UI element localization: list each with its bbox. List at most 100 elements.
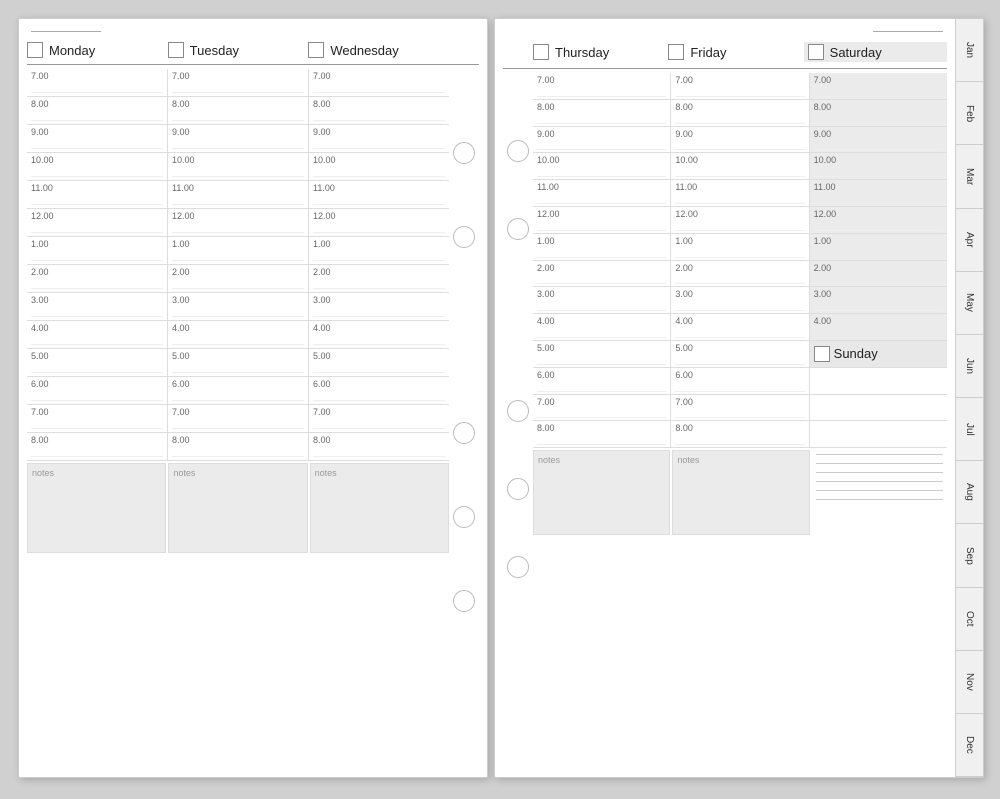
time-row-1100: 11.00 11.00 11.00 xyxy=(27,181,449,209)
wednesday-checkbox[interactable] xyxy=(308,42,324,58)
tab-oct[interactable]: Oct xyxy=(955,588,983,651)
circle-900[interactable] xyxy=(453,142,475,164)
monday-label: Monday xyxy=(49,43,95,58)
mon-notes[interactable]: notes xyxy=(27,463,166,553)
tuesday-checkbox[interactable] xyxy=(168,42,184,58)
circle-thu-notes[interactable] xyxy=(507,556,529,578)
tab-aug[interactable]: Aug xyxy=(955,461,983,524)
fri-1000: 10.00 xyxy=(671,153,809,179)
circle-thu-1100[interactable] xyxy=(507,218,529,240)
tue-notes[interactable]: notes xyxy=(168,463,307,553)
thu-200: 2.00 xyxy=(533,261,671,287)
fri-notes[interactable]: notes xyxy=(672,450,809,535)
wed-700b: 7.00 xyxy=(309,405,449,432)
right-circle-notes xyxy=(507,541,529,593)
friday-label: Friday xyxy=(690,45,726,60)
circle-notes[interactable] xyxy=(453,590,475,612)
left-circle-900 xyxy=(453,125,475,181)
tue-200: 2.00 xyxy=(168,265,309,292)
fri-400: 4.00 xyxy=(671,314,809,340)
tab-feb[interactable]: Feb xyxy=(955,82,983,145)
sat-notes-empty xyxy=(812,450,947,535)
tue-100: 1.00 xyxy=(168,237,309,264)
circle-700b[interactable] xyxy=(453,506,475,528)
thursday-checkbox[interactable] xyxy=(533,44,549,60)
tab-jun[interactable]: Jun xyxy=(955,335,983,398)
tab-jul[interactable]: Jul xyxy=(955,398,983,461)
tab-sep[interactable]: Sep xyxy=(955,524,983,587)
fri-700: 7.00 xyxy=(671,73,809,99)
sat-1200: 12.00 xyxy=(810,207,947,233)
wed-notes[interactable]: notes xyxy=(310,463,449,553)
saturday-header: Saturday xyxy=(804,42,947,62)
fri-1200: 12.00 xyxy=(671,207,809,233)
time-row-600: 6.00 6.00 6.00 xyxy=(27,377,449,405)
tue-900: 9.00 xyxy=(168,125,309,152)
sat-200: 2.00 xyxy=(810,261,947,287)
right-row-700b: 7.00 7.00 xyxy=(533,395,947,422)
thu-1200: 12.00 xyxy=(533,207,671,233)
tue-1100: 11.00 xyxy=(168,181,309,208)
fri-800: 8.00 xyxy=(671,100,809,126)
left-circle-500 xyxy=(453,405,475,461)
time-row-800b: 8.00 8.00 8.00 xyxy=(27,433,449,461)
tab-jan[interactable]: Jan xyxy=(955,19,983,82)
saturday-checkbox[interactable] xyxy=(808,44,824,60)
circle-thu-900[interactable] xyxy=(507,140,529,162)
fri-900: 9.00 xyxy=(671,127,809,153)
right-row-100: 1.00 1.00 1.00 xyxy=(533,234,947,261)
right-row-300: 3.00 3.00 3.00 xyxy=(533,287,947,314)
time-row-700b: 7.00 7.00 7.00 xyxy=(27,405,449,433)
mon-500: 5.00 xyxy=(27,349,168,376)
thu-100: 1.00 xyxy=(533,234,671,260)
sat-1000: 10.00 xyxy=(810,153,947,179)
time-row-400: 4.00 4.00 4.00 xyxy=(27,321,449,349)
circle-thu-700b[interactable] xyxy=(507,478,529,500)
friday-header: Friday xyxy=(668,42,803,62)
left-circle-700b xyxy=(453,489,475,545)
mon-1000: 10.00 xyxy=(27,153,168,180)
right-row-800b: 8.00 8.00 xyxy=(533,421,947,448)
circle-thu-500[interactable] xyxy=(507,400,529,422)
sunday-label: Sunday xyxy=(834,346,878,361)
tue-1000: 10.00 xyxy=(168,153,309,180)
tab-nov[interactable]: Nov xyxy=(955,651,983,714)
thu-700: 7.00 xyxy=(533,73,671,99)
mon-800b: 8.00 xyxy=(27,433,168,460)
tab-may[interactable]: May xyxy=(955,272,983,335)
circle-1100[interactable] xyxy=(453,226,475,248)
tuesday-header: Tuesday xyxy=(168,42,309,58)
thu-notes[interactable]: notes xyxy=(533,450,670,535)
wednesday-header: Wednesday xyxy=(308,42,449,58)
time-row-1200: 12.00 12.00 12.00 xyxy=(27,209,449,237)
tue-300: 3.00 xyxy=(168,293,309,320)
tue-700b: 7.00 xyxy=(168,405,309,432)
mon-800: 8.00 xyxy=(27,97,168,124)
wed-1000: 10.00 xyxy=(309,153,449,180)
right-planner-content: Thursday Friday Saturday xyxy=(495,19,955,777)
mon-600: 6.00 xyxy=(27,377,168,404)
thu-900: 9.00 xyxy=(533,127,671,153)
left-planner-page: Monday Tuesday Wednesday 7.00 7.00 7.00 xyxy=(18,18,488,778)
sat-400: 4.00 xyxy=(810,314,947,340)
left-notes-row: notes notes notes xyxy=(27,463,449,553)
circle-500[interactable] xyxy=(453,422,475,444)
right-row-1200: 12.00 12.00 12.00 xyxy=(533,207,947,234)
friday-checkbox[interactable] xyxy=(668,44,684,60)
thu-400: 4.00 xyxy=(533,314,671,340)
fri-600: 6.00 xyxy=(671,368,809,394)
tab-apr[interactable]: Apr xyxy=(955,209,983,272)
right-row-200: 2.00 2.00 2.00 xyxy=(533,261,947,288)
right-notes-row: notes notes xyxy=(533,450,947,535)
monday-checkbox[interactable] xyxy=(27,42,43,58)
left-schedule-area: 7.00 7.00 7.00 8.00 8.00 8.00 9.00 9.00 … xyxy=(27,69,479,769)
fri-300: 3.00 xyxy=(671,287,809,313)
tab-dec[interactable]: Dec xyxy=(955,714,983,777)
right-top-line xyxy=(873,31,943,32)
sunday-checkbox[interactable] xyxy=(814,346,830,362)
right-days-grid: 7.00 7.00 7.00 8.00 8.00 8.00 9.00 9.00 … xyxy=(533,73,947,769)
tue-500: 5.00 xyxy=(168,349,309,376)
time-row-100: 1.00 1.00 1.00 xyxy=(27,237,449,265)
mon-1200: 12.00 xyxy=(27,209,168,236)
tab-mar[interactable]: Mar xyxy=(955,145,983,208)
